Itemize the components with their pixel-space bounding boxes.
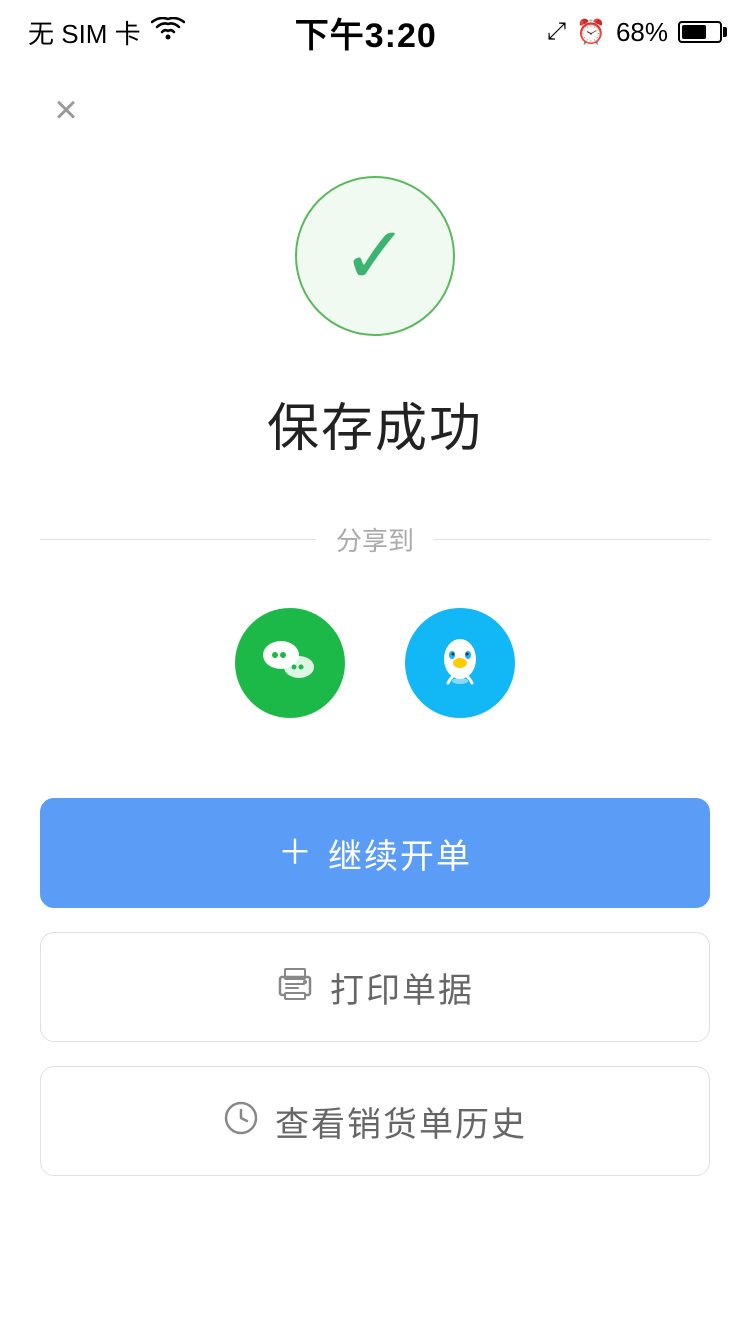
- battery-pct: 68%: [616, 17, 668, 48]
- close-button-row: ×: [40, 84, 710, 136]
- share-wechat-button[interactable]: [235, 608, 345, 718]
- print-receipt-button[interactable]: 打印单据: [40, 932, 710, 1042]
- share-icons-row: [235, 608, 515, 718]
- view-history-button[interactable]: 查看销货单历史: [40, 1066, 710, 1176]
- main-content: × ✓ 保存成功 分享到: [0, 64, 750, 1260]
- divider-left: [40, 539, 316, 540]
- status-bar: 无 SIM 卡 下午3:20 ⤢ ⏰ 68%: [0, 0, 750, 64]
- status-left: 无 SIM 卡: [28, 14, 185, 51]
- close-button[interactable]: ×: [40, 84, 92, 136]
- alarm-icon: ⏰: [576, 18, 606, 47]
- plus-icon: ＋: [278, 836, 312, 870]
- share-label: 分享到: [336, 521, 414, 558]
- qq-icon: [428, 631, 492, 695]
- success-title: 保存成功: [267, 386, 483, 461]
- share-qq-button[interactable]: [405, 608, 515, 718]
- location-icon: ⤢: [547, 18, 566, 46]
- continue-order-button[interactable]: ＋ 继续开单: [40, 798, 710, 908]
- close-icon: ×: [54, 90, 77, 130]
- continue-order-label: 继续开单: [328, 829, 472, 878]
- wechat-icon: [259, 635, 321, 691]
- divider-right: [434, 539, 710, 540]
- wifi-icon: [151, 17, 185, 48]
- share-divider: 分享到: [40, 521, 710, 558]
- print-label: 打印单据: [330, 963, 474, 1012]
- print-icon: [276, 967, 314, 1007]
- history-label: 查看销货单历史: [275, 1097, 527, 1146]
- success-icon-circle: ✓: [295, 176, 455, 336]
- checkmark-icon: ✓: [341, 216, 408, 296]
- history-icon: [223, 1100, 259, 1142]
- battery-icon: [678, 21, 722, 43]
- carrier-label: 无 SIM 卡: [28, 14, 141, 51]
- status-right: ⤢ ⏰ 68%: [547, 17, 722, 48]
- status-time: 下午3:20: [295, 8, 437, 57]
